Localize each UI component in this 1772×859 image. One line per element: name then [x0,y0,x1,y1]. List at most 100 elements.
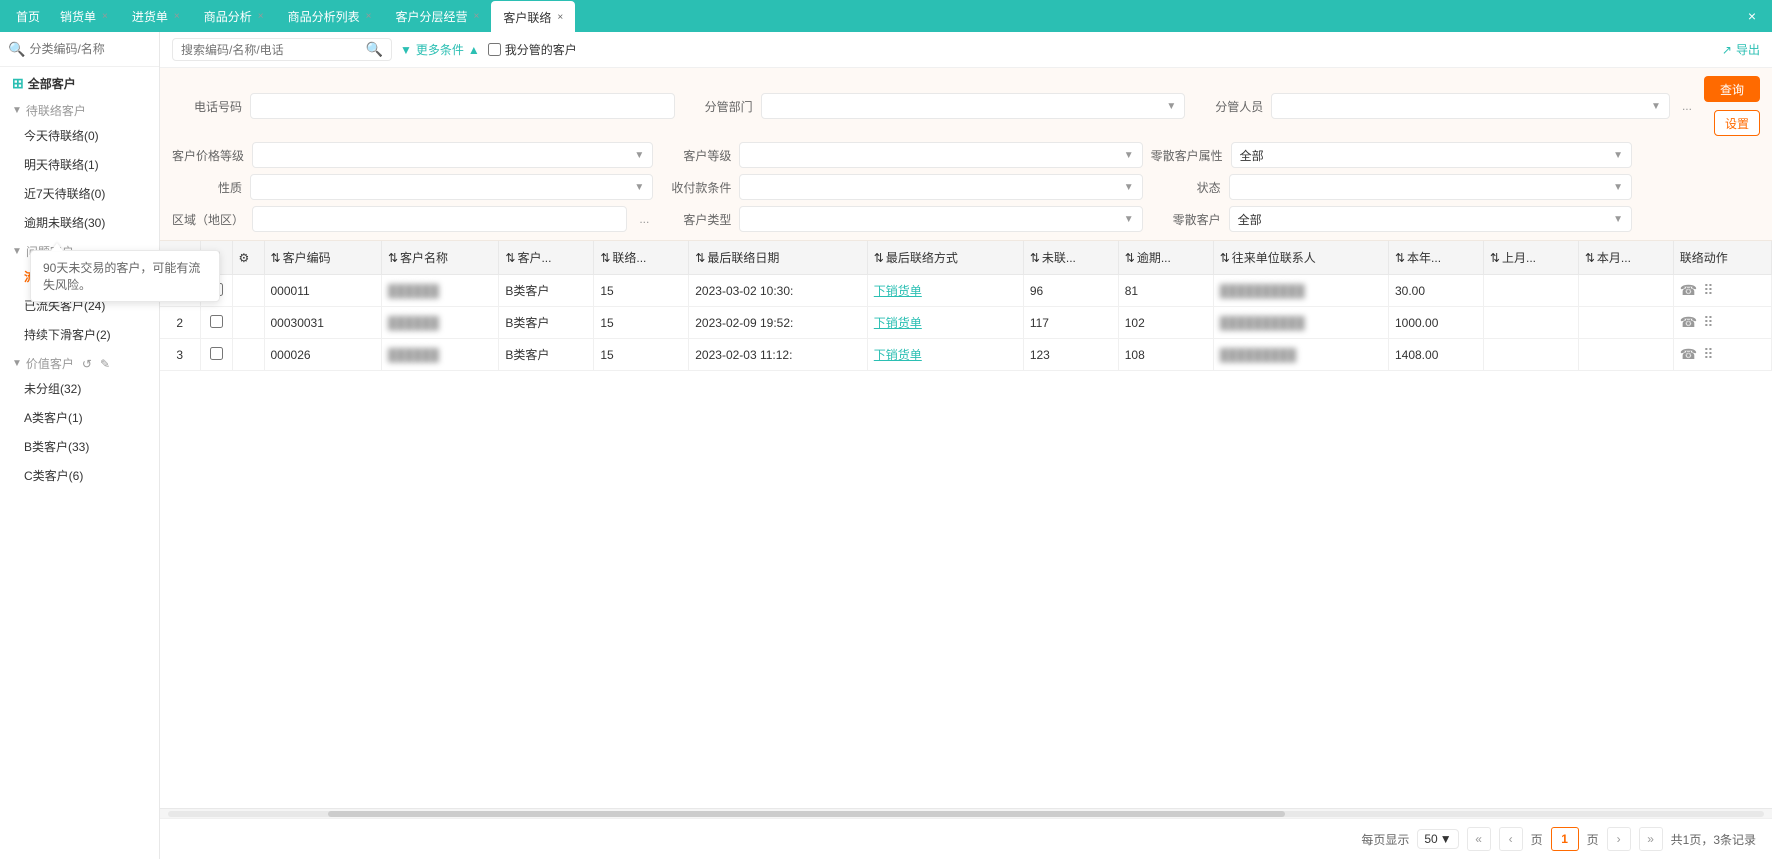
link-way-2[interactable]: 下销货单 [874,316,922,330]
nav-home[interactable]: 首页 [8,8,48,25]
filter-select-cust-type[interactable]: ▼ [739,206,1142,232]
sidebar-all-customers[interactable]: ⊞ 全部客户 [0,67,159,96]
filter-select-retail-attr[interactable]: 全部 ▼ [1231,142,1632,168]
refresh-icon[interactable]: ↺ [82,357,92,371]
sidebar-item-overdue[interactable]: 逾期未联络(30) [0,208,159,237]
close-tab-purchase-icon[interactable]: × [174,11,180,22]
td-nocontact-2: 117 [1023,307,1118,339]
close-tab-analysis-icon[interactable]: × [258,11,264,22]
sidebar-item-today[interactable]: 今天待联络(0) [0,121,159,150]
filter-select-region[interactable] [252,206,627,232]
my-customers-checkbox-label[interactable]: 我分管的客户 [488,41,577,58]
sort-year-icon[interactable]: ⇅ [1395,251,1405,265]
scrollbar-thumb[interactable] [328,811,1286,817]
nav-tab-sales[interactable]: 销货单 × [48,0,120,32]
first-page-button[interactable]: « [1467,827,1491,851]
row-checkbox-2[interactable] [210,315,223,328]
table-row: 2 00030031 ██████ B类客户 15 2023-02-09 19:… [160,307,1772,339]
sort-tmonth-icon[interactable]: ⇅ [1585,251,1595,265]
sidebar-section-value[interactable]: ▼ 价值客户 ↺ ✎ [0,349,159,374]
prev-page-button[interactable]: ‹ [1499,827,1523,851]
filter-select-dept[interactable]: ▼ [761,93,1186,119]
export-button[interactable]: ↗ 导出 [1722,41,1760,58]
nav-tab-analysis-list[interactable]: 商品分析列表 × [276,0,384,32]
td-overdue-1: 81 [1118,275,1213,307]
sidebar-item-a-class[interactable]: A类客户(1) [0,403,159,432]
search-icon[interactable]: 🔍 [366,41,383,58]
filter-select-person[interactable]: ▼ [1271,93,1670,119]
sidebar-item-c-class[interactable]: C类客户(6) [0,461,159,490]
td-unit-2: ██████████ [1213,307,1388,339]
search-input[interactable] [181,43,362,57]
close-tab-customer-contact-icon[interactable]: × [557,12,563,23]
sidebar: 🔍 « ⊞ 全部客户 ▼ 待联络客户 今天待联络(0) 明天待联络(1) 近7天… [0,32,160,859]
filter-select-nature[interactable]: ▼ [250,174,653,200]
more-action-icon-1[interactable]: ⠿ [1703,282,1713,299]
close-all-tabs-button[interactable]: × [1740,8,1764,24]
filter-label-person: 分管人员 [1193,98,1263,115]
my-customers-checkbox[interactable] [488,43,501,56]
scrollbar-track[interactable] [168,811,1764,817]
filter-row-3: 性质 ▼ 收付款条件 ▼ 状态 [172,174,1760,200]
sort-nocontact-icon[interactable]: ⇅ [1030,251,1040,265]
sort-overdue-icon[interactable]: ⇅ [1125,251,1135,265]
nav-tab-customer-contact[interactable]: 客户联络 × [491,1,575,33]
filter-more-person[interactable]: ... [1678,99,1696,113]
nav-tab-customer-segment[interactable]: 客户分层经营 × [383,0,491,32]
filter-select-price-grade[interactable]: ▼ [252,142,653,168]
filter-select-status[interactable]: ▼ [1229,174,1632,200]
filter-label-retail-attr: 零散客户属性 [1151,147,1223,164]
nav-tab-analysis[interactable]: 商品分析 × [192,0,276,32]
sort-lmonth-icon[interactable]: ⇅ [1490,251,1500,265]
link-way-1[interactable]: 下销货单 [874,284,922,298]
sort-date-icon[interactable]: ⇅ [695,251,705,265]
sidebar-item-7days[interactable]: 近7天待联络(0) [0,179,159,208]
sidebar-section-pending[interactable]: ▼ 待联络客户 [0,96,159,121]
link-way-3[interactable]: 下销货单 [874,348,922,362]
next-page-button[interactable]: › [1607,827,1631,851]
filter-select-retail[interactable]: 全部 ▼ [1229,206,1632,232]
arrow-pending-icon: ▼ [12,105,22,116]
sidebar-search-input[interactable] [29,42,160,56]
sidebar-item-tomorrow[interactable]: 明天待联络(1) [0,150,159,179]
contact-icon-1[interactable]: ☎ [1680,282,1697,299]
close-tab-analysis-list-icon[interactable]: × [366,11,372,22]
sort-code-icon[interactable]: ⇅ [271,251,281,265]
per-page-select[interactable]: 50 ▼ [1417,829,1458,849]
filter-button[interactable]: ▼ 更多条件 ▲ [400,41,480,58]
filter-select-customer-grade[interactable]: ▼ [739,142,1142,168]
filter-input-phone[interactable] [250,93,675,119]
last-page-button[interactable]: » [1639,827,1663,851]
th-settings[interactable]: ⚙ [232,241,264,275]
td-year-2: 1000.00 [1388,307,1483,339]
contact-icon-3[interactable]: ☎ [1680,346,1697,363]
close-tab-customer-segment-icon[interactable]: × [473,11,479,22]
query-button[interactable]: 查询 [1704,76,1760,102]
filter-more-region[interactable]: ... [635,212,653,226]
sidebar-item-ungrp[interactable]: 未分组(32) [0,374,159,403]
edit-icon[interactable]: ✎ [100,357,110,371]
row-checkbox-3[interactable] [210,347,223,360]
top-nav: 首页 销货单 × 进货单 × 商品分析 × 商品分析列表 × 客户分层经营 × … [0,0,1772,32]
sidebar-item-declining[interactable]: 持续下滑客户(2) [0,320,159,349]
th-unit-contact: ⇅ 往来单位联系人 [1213,241,1388,275]
td-action-3: ☎ ⠿ [1673,339,1771,371]
sort-name-icon[interactable]: ⇅ [388,251,398,265]
contact-icon-2[interactable]: ☎ [1680,314,1697,331]
more-action-icon-3[interactable]: ⠿ [1703,346,1713,363]
sort-type-icon[interactable]: ⇅ [505,251,515,265]
close-tab-sales-icon[interactable]: × [102,11,108,22]
settings-button[interactable]: 设置 [1714,110,1760,136]
more-action-icon-2[interactable]: ⠿ [1703,314,1713,331]
sidebar-item-b-class[interactable]: B类客户(33) [0,432,159,461]
sort-contact-icon[interactable]: ⇅ [600,251,610,265]
sort-unit-icon[interactable]: ⇅ [1220,251,1230,265]
filter-label-region: 区域（地区） [172,211,244,228]
sort-way-icon[interactable]: ⇅ [874,251,884,265]
td-overdue-3: 108 [1118,339,1213,371]
filter-select-payment[interactable]: ▼ [739,174,1142,200]
horizontal-scrollbar[interactable] [160,808,1772,818]
td-lmonth-3 [1483,339,1578,371]
arrow-value-icon: ▼ [12,358,22,369]
nav-tab-purchase[interactable]: 进货单 × [120,0,192,32]
